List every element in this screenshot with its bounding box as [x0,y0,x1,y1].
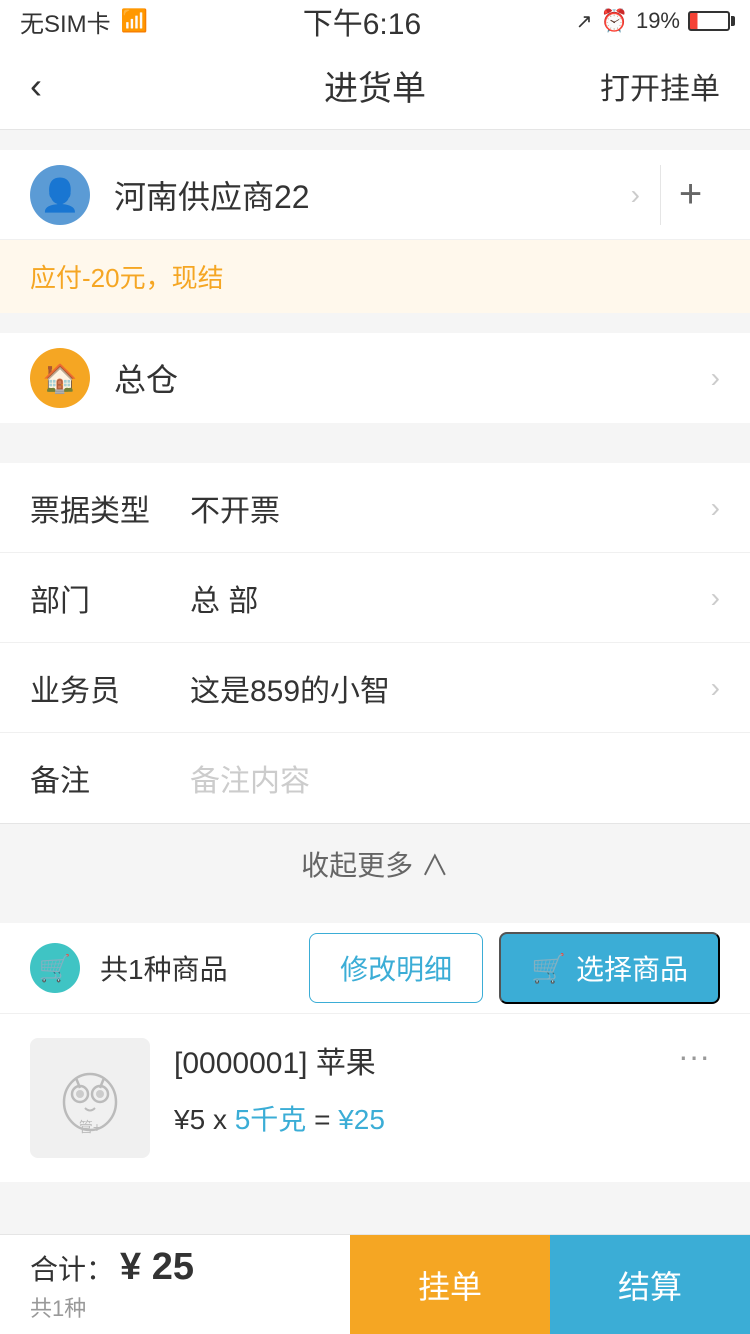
cart-icon: 🛒 [39,953,71,984]
total-label: 合计： [30,1248,114,1288]
hold-button[interactable]: 挂单 [350,1235,550,1334]
product-count-label: 共1种商品 [100,948,309,988]
footer: 合计： ¥ 25 共1种 挂单 结算 [0,1234,750,1334]
ticket-type-value: 不开票 [150,486,711,530]
chevron-right-icon: › [631,179,640,211]
salesperson-label: 业务员 [30,666,150,710]
battery-icon [688,11,730,31]
notice-bar: 应付-20元，现结 [0,240,750,313]
product-thumbnail: 管+ [30,1038,150,1158]
svg-text:管+: 管+ [79,1119,101,1135]
salesperson-row[interactable]: 业务员 这是859的小智 › [0,643,750,733]
product-price: ¥5 x 5千克 = ¥25 [174,1098,668,1138]
section-gap-2 [0,423,750,443]
supplier-name: 河南供应商22 [114,172,631,218]
select-product-icon: 🛒 [531,952,566,985]
status-right: ↗ ⏰ 19% [576,8,730,34]
back-button[interactable]: ‹ [30,65,90,107]
remark-label: 备注 [30,756,150,800]
product-toolbar: 🛒 共1种商品 修改明细 🛒 选择商品 [0,923,750,1013]
collapse-button[interactable]: 收起更多 ∧ [0,823,750,903]
warehouse-icon-wrap: 🏠 [30,348,90,408]
select-product-button[interactable]: 🛒 选择商品 [499,932,720,1004]
remark-input[interactable]: 备注内容 [150,756,720,800]
salesperson-value: 这是859的小智 [150,666,711,710]
product-count-icon: 🛒 [30,943,80,993]
wifi-icon: 📶 [121,8,148,34]
department-row[interactable]: 部门 总 部 › [0,553,750,643]
product-more-button[interactable]: ··· [668,1038,720,1075]
remark-row[interactable]: 备注 备注内容 [0,733,750,823]
warehouse-row[interactable]: 🏠 总仓 › [0,333,750,423]
chevron-right-warehouse-icon: › [711,362,720,394]
total-price: ¥25 [338,1104,385,1135]
ticket-type-label: 票据类型 [30,486,150,530]
status-carrier: 无SIM卡 📶 [20,4,148,39]
department-value: 总 部 [150,576,711,620]
carrier-text: 无SIM卡 [20,4,111,39]
total-count: 共1种 [30,1291,320,1323]
warehouse-name: 总仓 [114,355,711,401]
alarm-icon: ⏰ [601,8,628,34]
product-item: 管+ [0000001] 苹果 ¥5 x 5千克 = ¥25 ··· [0,1013,750,1182]
equals-sign: = [314,1104,338,1135]
open-hold-button[interactable]: 打开挂单 [600,64,720,108]
nav-bar: ‹ 进货单 打开挂单 [0,42,750,130]
total-amount: ¥ 25 [120,1246,194,1289]
quantity: 5千克 [235,1104,307,1135]
department-label: 部门 [30,576,150,620]
battery-percent: 19% [636,8,680,34]
select-product-label: 选择商品 [576,948,688,988]
location-icon: ↗ [576,9,593,34]
product-title: 苹果 [316,1047,376,1080]
footer-total: 合计： ¥ 25 共1种 [0,1235,350,1334]
status-bar: 无SIM卡 📶 下午6:16 ↗ ⏰ 19% [0,0,750,42]
chevron-right-ticket-icon: › [711,492,720,524]
product-code: [0000001] [174,1047,307,1080]
add-supplier-button[interactable]: + [660,165,720,225]
chevron-right-dept-icon: › [711,582,720,614]
settle-button[interactable]: 结算 [550,1235,750,1334]
unit-price: ¥5 [174,1104,205,1135]
warehouse-icon: 🏠 [43,362,78,395]
form-section: 票据类型 不开票 › 部门 总 部 › 业务员 这是859的小智 › 备注 备注… [0,463,750,823]
product-info: [0000001] 苹果 ¥5 x 5千克 = ¥25 [174,1038,668,1138]
supplier-avatar: 👤 [30,165,90,225]
owl-thumbnail-icon: 管+ [50,1058,130,1138]
section-gap-1 [0,130,750,150]
user-icon: 👤 [40,176,80,214]
product-name: [0000001] 苹果 [174,1038,668,1082]
supplier-section: 👤 河南供应商22 › + 应付-20元，现结 [0,150,750,313]
ticket-type-row[interactable]: 票据类型 不开票 › [0,463,750,553]
product-section: 🛒 共1种商品 修改明细 🛒 选择商品 管+ [00000 [0,923,750,1182]
chevron-right-sales-icon: › [711,672,720,704]
status-time: 下午6:16 [303,0,421,43]
supplier-row[interactable]: 👤 河南供应商22 › + [0,150,750,240]
page-title: 进货单 [324,61,426,110]
edit-detail-button[interactable]: 修改明细 [309,933,483,1003]
multiply-sign: x [213,1104,235,1135]
